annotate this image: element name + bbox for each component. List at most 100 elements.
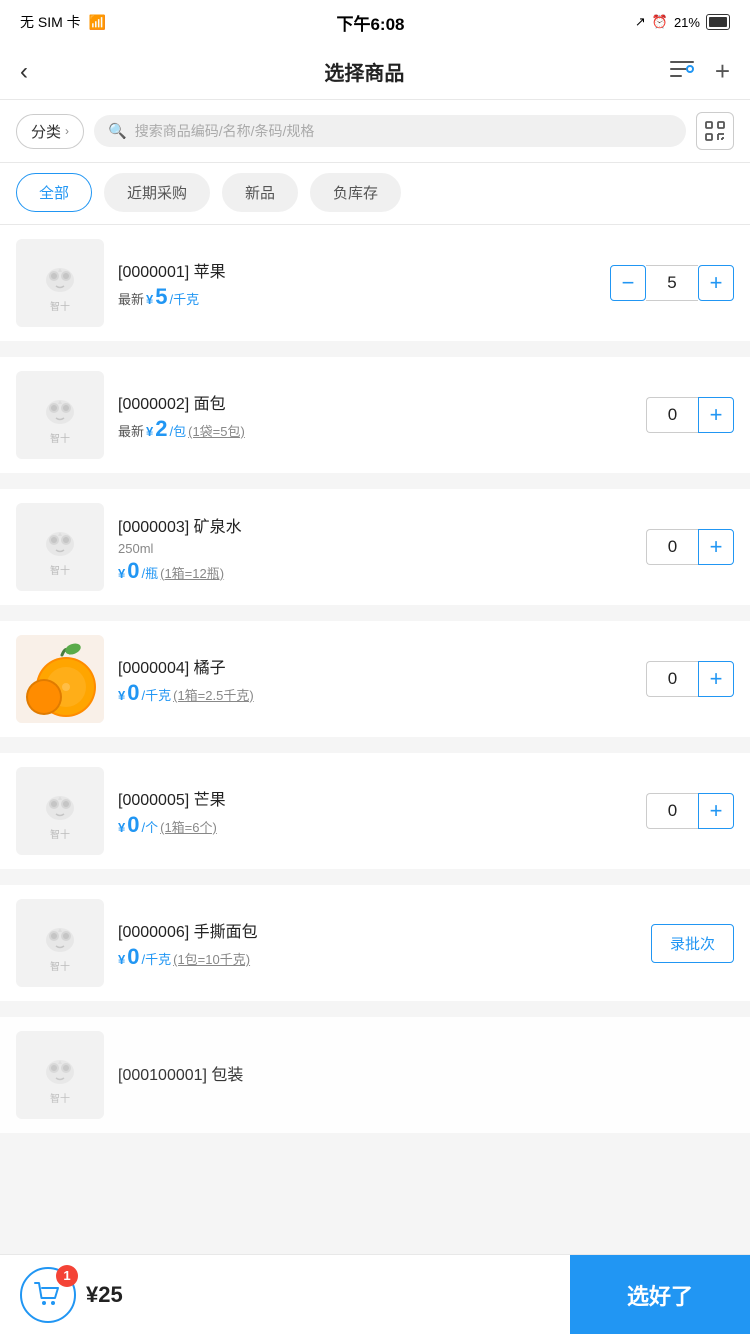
product-name: [0000004] 橘子 xyxy=(118,654,632,678)
product-item-000100001: 智十 [000100001] 包装 xyxy=(0,1017,750,1133)
product-name: [0000001] 苹果 xyxy=(118,258,596,282)
carrier-label: 无 SIM 卡 xyxy=(20,12,81,32)
back-button[interactable]: ‹ xyxy=(20,58,60,86)
orange-image xyxy=(16,635,104,723)
cart-section: 1 ¥25 xyxy=(0,1267,570,1323)
category-button[interactable]: 分类 › xyxy=(16,114,84,149)
price-unit-sub: (1箱=6个) xyxy=(160,817,217,836)
qty-input[interactable] xyxy=(646,397,698,433)
price-label: 最新 xyxy=(118,289,144,308)
product-thumb: 智十 xyxy=(16,503,104,591)
product-item-0000001: 智十 [0000001] 苹果 最新 ¥ 5 /千克 − + xyxy=(0,225,750,341)
qty-plus-button[interactable]: + xyxy=(698,529,734,565)
product-thumb: 智十 xyxy=(16,239,104,327)
price-value: 2 xyxy=(155,418,167,440)
price-unit: /包 xyxy=(170,421,187,440)
add-icon[interactable]: + xyxy=(715,56,730,87)
price-currency: ¥ xyxy=(118,688,125,703)
filter-icon[interactable] xyxy=(669,58,695,86)
battery-icon xyxy=(706,14,730,30)
location-icon: ↗ xyxy=(635,14,646,30)
tab-all[interactable]: 全部 xyxy=(16,173,92,212)
qty-input[interactable] xyxy=(646,529,698,565)
product-item-0000005: 智十 [0000005] 芒果 ¥ 0 /个 (1箱=6个) + xyxy=(0,753,750,869)
tab-recent[interactable]: 近期采购 xyxy=(104,173,210,212)
price-currency: ¥ xyxy=(118,820,125,835)
search-icon: 🔍 xyxy=(108,122,127,140)
product-item-0000004: [0000004] 橘子 ¥ 0 /千克 (1箱=2.5千克) + xyxy=(0,621,750,737)
product-thumb: 智十 xyxy=(16,1031,104,1119)
tab-new[interactable]: 新品 xyxy=(222,173,298,212)
product-item-0000002: 智十 [0000002] 面包 最新 ¥ 2 /包 (1袋=5包) + xyxy=(0,357,750,473)
cart-icon xyxy=(34,1282,62,1308)
batch-button[interactable]: 录批次 xyxy=(651,924,734,963)
price-currency: ¥ xyxy=(118,952,125,967)
status-right: ↗ ⏰ 21% xyxy=(635,14,730,30)
product-price-row: ¥ 0 /千克 (1包=10千克) xyxy=(118,946,637,968)
price-currency: ¥ xyxy=(146,292,153,307)
owl-placeholder-icon: 智十 xyxy=(38,914,82,973)
price-value: 0 xyxy=(127,814,139,836)
qty-minus-button[interactable]: − xyxy=(610,265,646,301)
price-value: 5 xyxy=(155,286,167,308)
confirm-button[interactable]: 选好了 xyxy=(570,1255,750,1334)
qty-plus-button[interactable]: + xyxy=(698,793,734,829)
product-item-0000006: 智十 [0000006] 手撕面包 ¥ 0 /千克 (1包=10千克) 录批次 xyxy=(0,885,750,1001)
price-label: 最新 xyxy=(118,421,144,440)
status-bar: 无 SIM 卡 📶 下午6:08 ↗ ⏰ 21% xyxy=(0,0,750,44)
product-info: [0000005] 芒果 ¥ 0 /个 (1箱=6个) xyxy=(118,786,632,836)
tab-negative[interactable]: 负库存 xyxy=(310,173,401,212)
qty-input[interactable] xyxy=(646,793,698,829)
product-name: [0000003] 矿泉水 xyxy=(118,513,632,537)
qty-control: + xyxy=(646,529,734,565)
price-unit-sub: (1箱=12瓶) xyxy=(160,563,224,582)
product-info: [0000002] 面包 最新 ¥ 2 /包 (1袋=5包) xyxy=(118,390,632,440)
owl-placeholder-icon: 智十 xyxy=(38,254,82,313)
product-price-row: 最新 ¥ 5 /千克 xyxy=(118,286,596,308)
price-unit: /千克 xyxy=(170,289,200,308)
product-price-row: ¥ 0 /瓶 (1箱=12瓶) xyxy=(118,560,632,582)
page-title: 选择商品 xyxy=(324,57,404,86)
price-unit: /瓶 xyxy=(141,563,158,582)
product-price-row: ¥ 0 /千克 (1箱=2.5千克) xyxy=(118,682,632,704)
owl-placeholder-icon: 智十 xyxy=(38,1046,82,1105)
qty-input[interactable] xyxy=(646,661,698,697)
alarm-icon: ⏰ xyxy=(652,14,668,30)
price-currency: ¥ xyxy=(118,566,125,581)
price-value: 0 xyxy=(127,682,139,704)
search-input-wrap: 🔍 xyxy=(94,115,686,147)
qty-control: + xyxy=(646,661,734,697)
category-label: 分类 xyxy=(31,121,61,142)
filter-tabs: 全部 近期采购 新品 负库存 xyxy=(0,163,750,225)
product-info: [000100001] 包装 xyxy=(118,1061,734,1089)
product-price-row: ¥ 0 /个 (1箱=6个) xyxy=(118,814,632,836)
bottom-bar: 1 ¥25 选好了 xyxy=(0,1254,750,1334)
search-input[interactable] xyxy=(135,123,672,139)
owl-placeholder-icon: 智十 xyxy=(38,518,82,577)
product-thumb: 智十 xyxy=(16,767,104,855)
owl-placeholder-icon: 智十 xyxy=(38,782,82,841)
product-name: [0000006] 手撕面包 xyxy=(118,918,637,942)
qty-input[interactable] xyxy=(646,265,698,301)
product-info: [0000003] 矿泉水 250ml ¥ 0 /瓶 (1箱=12瓶) xyxy=(118,513,632,582)
product-item-0000003: 智十 [0000003] 矿泉水 250ml ¥ 0 /瓶 (1箱=12瓶) + xyxy=(0,489,750,605)
price-unit: /个 xyxy=(141,817,158,836)
price-value: 0 xyxy=(127,946,139,968)
product-thumb xyxy=(16,635,104,723)
qty-plus-button[interactable]: + xyxy=(698,265,734,301)
price-unit-sub: (1袋=5包) xyxy=(188,421,245,440)
product-thumb: 智十 xyxy=(16,371,104,459)
nav-bar: ‹ 选择商品 + xyxy=(0,44,750,100)
qty-control: + xyxy=(646,793,734,829)
qty-plus-button[interactable]: + xyxy=(698,661,734,697)
product-info: [0000004] 橘子 ¥ 0 /千克 (1箱=2.5千克) xyxy=(118,654,632,704)
cart-button[interactable]: 1 xyxy=(20,1267,76,1323)
scan-button[interactable] xyxy=(696,112,734,150)
product-info: [0000006] 手撕面包 ¥ 0 /千克 (1包=10千克) xyxy=(118,918,637,968)
product-name: [0000002] 面包 xyxy=(118,390,632,414)
product-name: [000100001] 包装 xyxy=(118,1061,734,1085)
qty-plus-button[interactable]: + xyxy=(698,397,734,433)
qty-control: + xyxy=(646,397,734,433)
product-name: [0000005] 芒果 xyxy=(118,786,632,810)
status-left: 无 SIM 卡 📶 xyxy=(20,12,106,32)
